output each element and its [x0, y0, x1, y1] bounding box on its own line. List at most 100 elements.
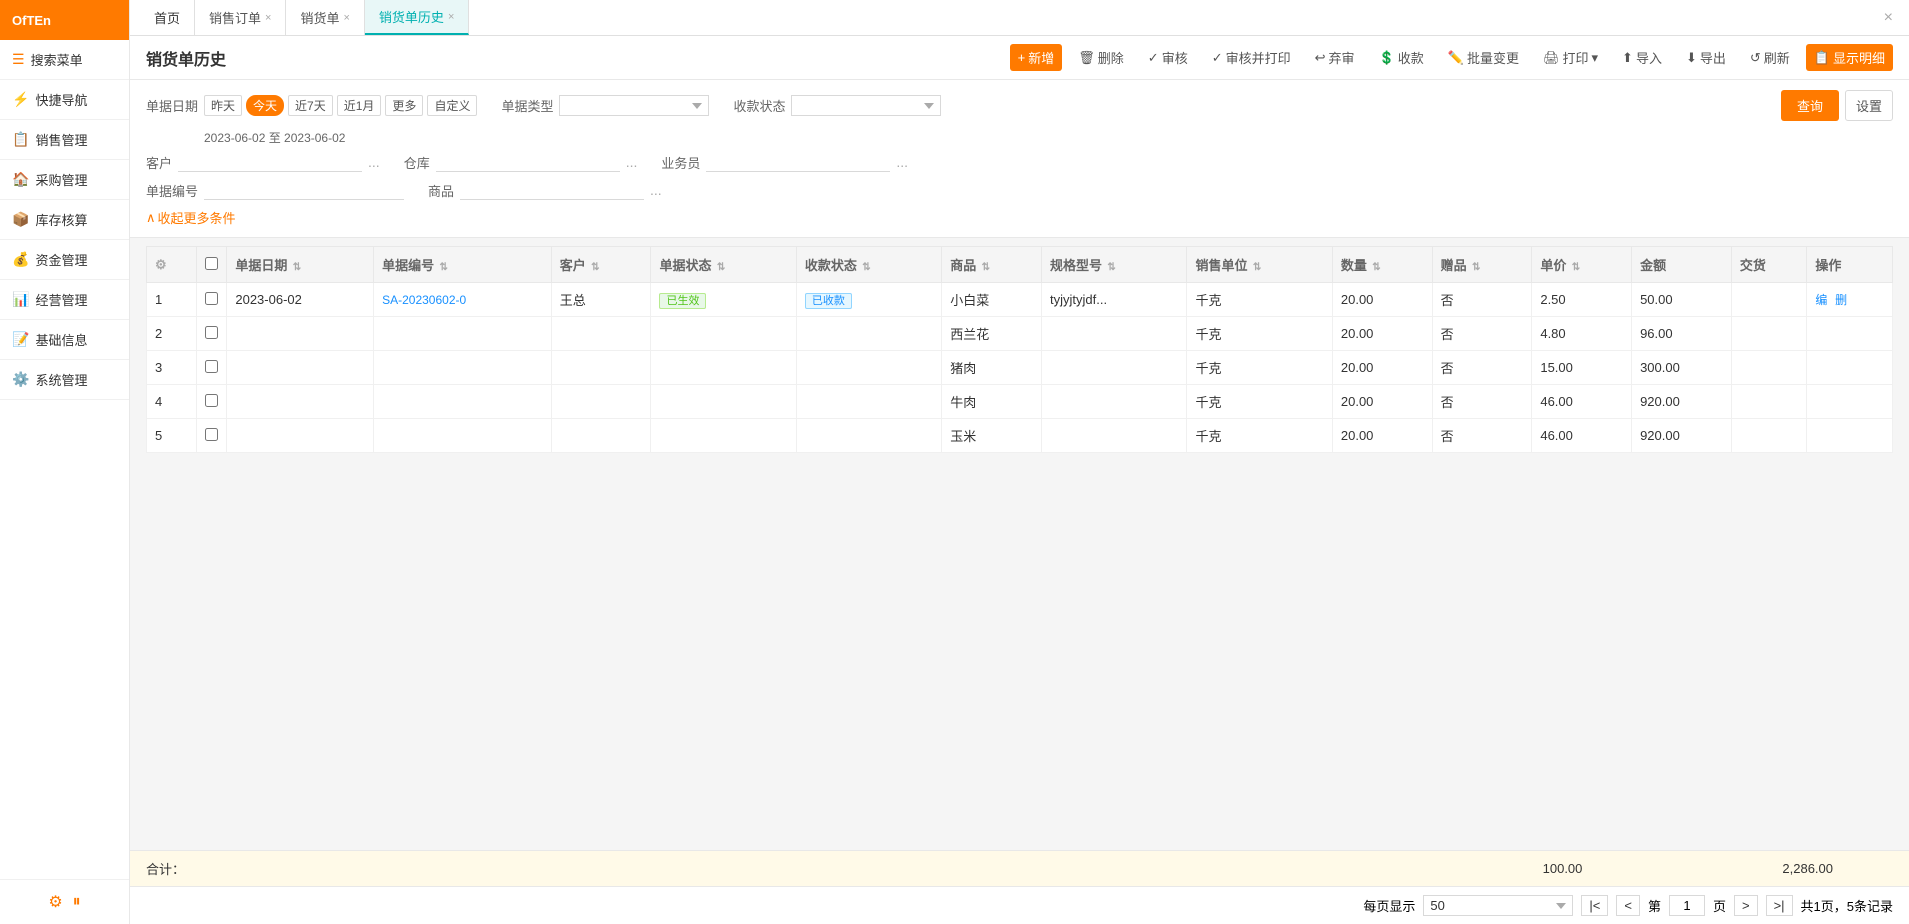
page-last-btn[interactable]: >| [1766, 895, 1793, 916]
cell-transaction [1731, 317, 1807, 351]
audit-button[interactable]: ✓ 审核 [1140, 44, 1196, 71]
cell-price: 4.80 [1532, 317, 1632, 351]
doc-num-link[interactable]: SA-20230602-0 [382, 293, 466, 307]
sort-quantity-icon[interactable]: ⇅ [1372, 262, 1380, 273]
product-input[interactable] [460, 180, 644, 200]
tab-sales-history-close[interactable]: × [448, 11, 454, 23]
row-checkbox[interactable] [205, 292, 218, 305]
date-btn-yesterday[interactable]: 昨天 [204, 95, 242, 116]
sort-spec-icon[interactable]: ⇅ [1107, 262, 1115, 273]
abandon-icon: ↩ [1315, 50, 1326, 66]
select-all-checkbox[interactable] [205, 257, 218, 270]
sidebar-item-inventory[interactable]: 📦 库存核算 [0, 200, 129, 240]
sales-rep-input[interactable] [706, 152, 890, 172]
doc-num-input[interactable] [204, 180, 404, 200]
sales-rep-dots[interactable]: ... [896, 154, 908, 170]
sidebar-item-basic-info[interactable]: 📝 基础信息 [0, 320, 129, 360]
row-checkbox[interactable] [205, 428, 218, 441]
sort-customer-icon[interactable]: ⇅ [591, 262, 599, 273]
abandon-button[interactable]: ↩ 弃审 [1307, 44, 1363, 71]
row-checkbox[interactable] [205, 394, 218, 407]
page-title: 销货单历史 [146, 46, 226, 70]
settings-button[interactable]: 设置 [1845, 90, 1893, 121]
col-gift-label: 赠品 [1441, 258, 1467, 273]
date-btn-today[interactable]: 今天 [246, 95, 284, 116]
delete-button[interactable]: 🗑 删除 [1070, 44, 1132, 71]
tab-sales-order[interactable]: 销售订单 × [195, 0, 286, 35]
sidebar-item-label: 基础信息 [35, 330, 87, 349]
sidebar-item-operations[interactable]: 📊 经营管理 [0, 280, 129, 320]
row-checkbox[interactable] [205, 360, 218, 373]
sidebar-item-system-mgmt[interactable]: ⚙️ 系统管理 [0, 360, 129, 400]
sort-price-icon[interactable]: ⇅ [1572, 262, 1580, 273]
col-amount-label: 金额 [1640, 258, 1666, 273]
cell-index: 1 [147, 283, 197, 317]
col-quantity: 数量 ⇅ [1332, 247, 1432, 283]
sort-gift-icon[interactable]: ⇅ [1472, 262, 1480, 273]
sidebar-item-finance[interactable]: 💰 资金管理 [0, 240, 129, 280]
filter-warehouse: 仓库 ... [404, 152, 638, 172]
page-number-input[interactable] [1669, 895, 1705, 916]
tab-sales-delivery-close[interactable]: × [343, 12, 349, 24]
cell-payment-status [796, 419, 941, 453]
audit-print-button[interactable]: ✓ 审核并打印 [1204, 44, 1299, 71]
date-btn-custom[interactable]: 自定义 [427, 95, 477, 116]
print-button[interactable]: 🖨 打印 ▾ [1535, 44, 1606, 71]
table-footer: 合计： 100.00 2,286.00 [130, 850, 1909, 886]
cell-customer [551, 351, 651, 385]
inventory-icon: 📦 [12, 211, 29, 228]
more-link[interactable]: 删 [1835, 293, 1847, 307]
sidebar-item-search-menu[interactable]: ☰ 搜索菜单 [0, 40, 129, 80]
page-prev-btn[interactable]: < [1616, 895, 1640, 916]
sort-payment-status-icon[interactable]: ⇅ [862, 262, 870, 273]
sidebar-item-sales-mgmt[interactable]: 📋 销售管理 [0, 120, 129, 160]
sidebar-item-quick-nav[interactable]: ⚡ 快捷导航 [0, 80, 129, 120]
table-settings-icon[interactable]: ⚙ [155, 257, 167, 272]
page-label-pre: 第 [1648, 896, 1661, 915]
collapse-button[interactable]: ∧ 收起更多条件 [146, 208, 1893, 227]
row-checkbox[interactable] [205, 326, 218, 339]
sort-doc-status-icon[interactable]: ⇅ [717, 262, 725, 273]
tab-sales-delivery[interactable]: 销货单 × [286, 0, 364, 35]
warehouse-dots[interactable]: ... [626, 154, 638, 170]
sort-doc-date-icon[interactable]: ⇅ [293, 262, 301, 273]
customer-dots[interactable]: ... [368, 154, 380, 170]
edit-link[interactable]: 编 [1815, 293, 1827, 307]
cell-unit: 千克 [1187, 385, 1332, 419]
batch-change-button[interactable]: ✏️ 批量变更 [1440, 44, 1527, 71]
cell-doc-date [227, 317, 374, 351]
tab-sales-order-close[interactable]: × [265, 12, 271, 24]
page-first-btn[interactable]: |< [1581, 895, 1608, 916]
sidebar-item-purchase-mgmt[interactable]: 🏠 采购管理 [0, 160, 129, 200]
query-button[interactable]: 查询 [1781, 90, 1839, 121]
date-btn-1month[interactable]: 近1月 [337, 95, 382, 116]
cell-quantity: 20.00 [1332, 419, 1432, 453]
date-btn-more[interactable]: 更多 [385, 95, 423, 116]
add-icon: + [1018, 50, 1026, 65]
page-next-btn[interactable]: > [1734, 895, 1758, 916]
refresh-button[interactable]: ↺ 刷新 [1742, 44, 1798, 71]
add-button[interactable]: + 新增 [1010, 44, 1063, 71]
warehouse-input[interactable] [436, 152, 620, 172]
cell-unit: 千克 [1187, 317, 1332, 351]
customer-input[interactable] [178, 152, 362, 172]
table-row: 1 2023-06-02 SA-20230602-0 王总 已生效 已收款 小白… [147, 283, 1893, 317]
show-detail-button[interactable]: 📋 显示明细 [1806, 44, 1893, 71]
import-button[interactable]: ⬆ 导入 [1614, 44, 1670, 71]
date-btn-7days[interactable]: 近7天 [288, 95, 333, 116]
payment-status-select[interactable] [791, 95, 941, 116]
tabbar-close-all[interactable]: × [1878, 9, 1899, 27]
export-button[interactable]: ⬇ 导出 [1678, 44, 1734, 71]
collect-button[interactable]: 💲 收款 [1371, 44, 1432, 71]
doc-type-select[interactable] [559, 95, 709, 116]
product-dots[interactable]: ... [650, 182, 662, 198]
sort-unit-icon[interactable]: ⇅ [1253, 262, 1261, 273]
collapse-sidebar-icon[interactable]: ⏸ [73, 893, 81, 911]
settings-bottom-icon[interactable]: ⚙ [48, 892, 62, 912]
per-page-select[interactable]: 50 100 [1423, 895, 1573, 916]
purchase-icon: 🏠 [12, 171, 29, 188]
sort-product-icon[interactable]: ⇅ [982, 262, 990, 273]
tab-sales-history[interactable]: 销货单历史 × [365, 0, 469, 35]
sort-doc-num-icon[interactable]: ⇅ [439, 262, 447, 273]
tab-home[interactable]: 首页 [140, 0, 195, 35]
